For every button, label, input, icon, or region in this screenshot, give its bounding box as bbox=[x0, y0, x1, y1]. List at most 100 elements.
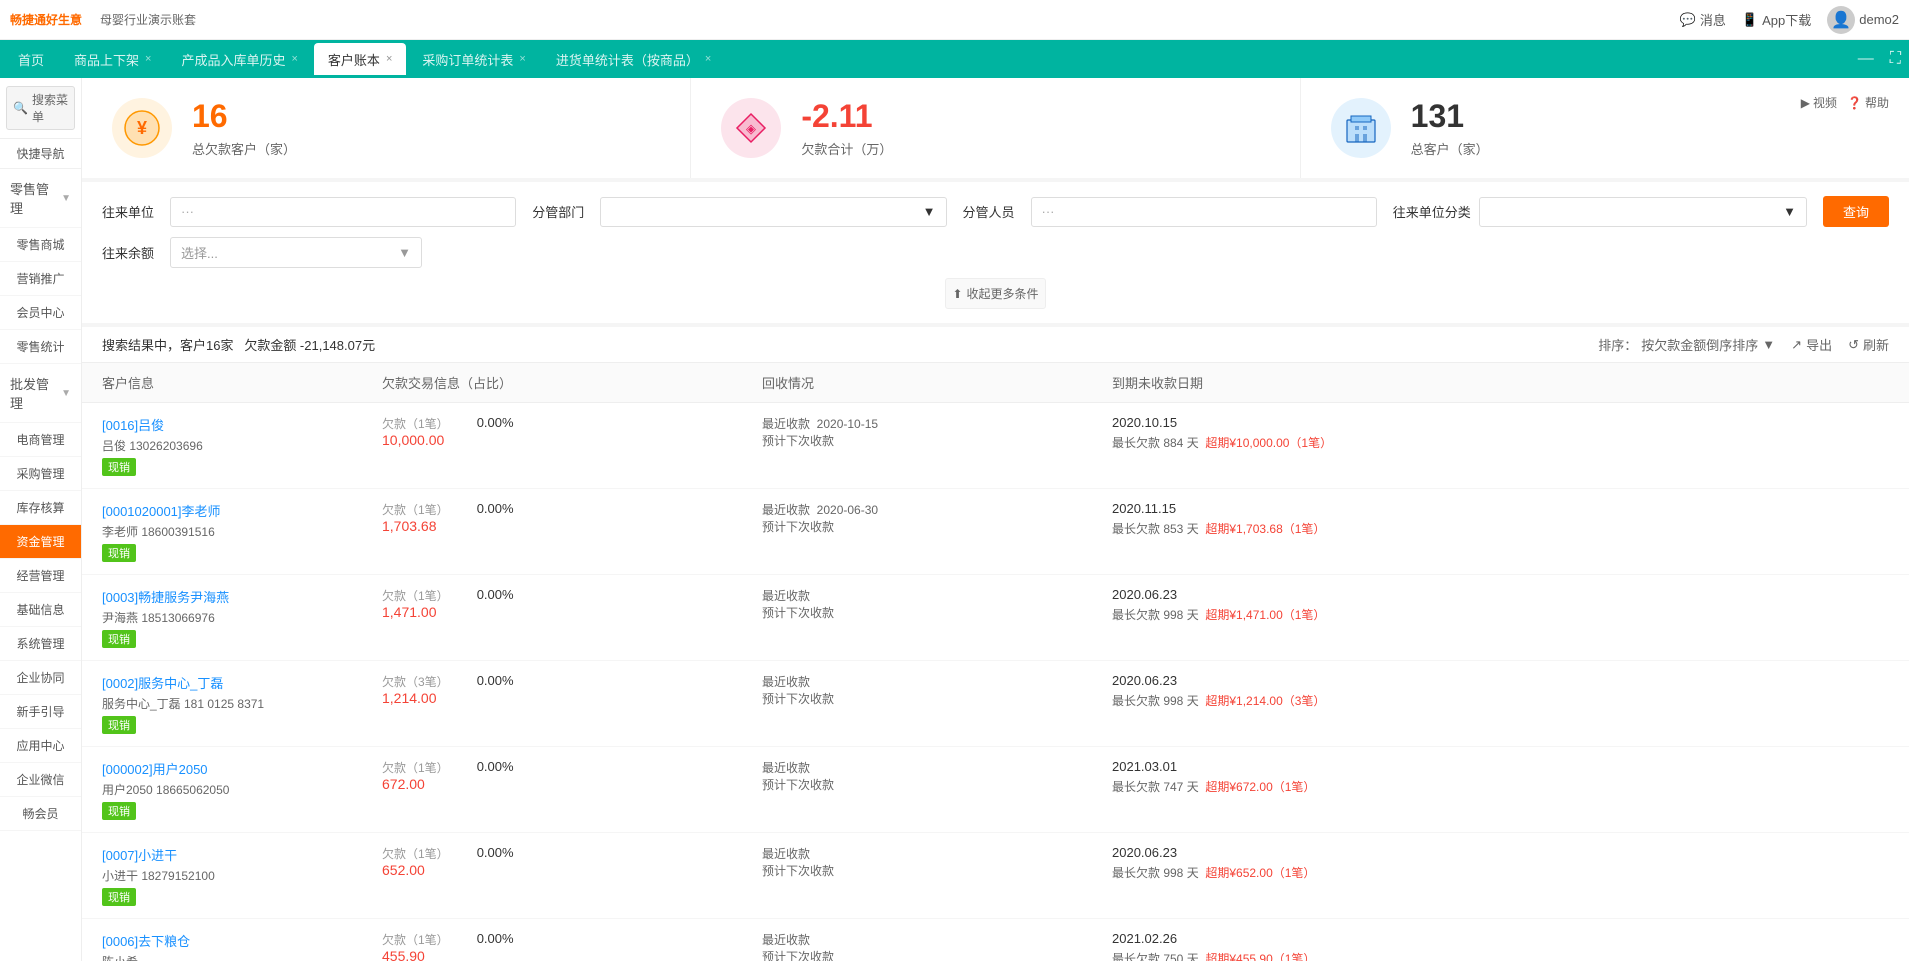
sidebar-item-system[interactable]: 系统管理 bbox=[0, 627, 81, 661]
return-cell-1: 最近收款 2020-10-15 预计下次收款 bbox=[762, 415, 1112, 449]
customer-sub-6: 小进干 18279152100 bbox=[102, 867, 382, 884]
sidebar-item-wholesale-mgmt[interactable]: 批发管理 ▼ bbox=[0, 364, 81, 423]
debt-cell-7: 欠款（1笔） 455.90 0.00% bbox=[382, 931, 762, 961]
results-info: 搜索结果中，客户16家 欠款金额 -21,148.07元 bbox=[102, 335, 375, 354]
sidebar-item-member-label: 会员中心 bbox=[16, 306, 64, 320]
sidebar-item-business[interactable]: 经营管理 bbox=[0, 559, 81, 593]
message-btn[interactable]: 💬 消息 bbox=[1680, 10, 1726, 29]
col-return-status: 回收情况 bbox=[762, 373, 1112, 392]
customer-name-link-1[interactable]: [0016]吕俊 bbox=[102, 415, 382, 434]
overdue-link-4[interactable]: 超期¥1,214.00（3笔） bbox=[1205, 694, 1325, 708]
search-menu-btn[interactable]: 🔍 搜索菜单 bbox=[6, 86, 75, 130]
logo-area: 畅捷通好生意 bbox=[10, 11, 90, 28]
customer-unit-input[interactable]: ··· bbox=[170, 197, 516, 227]
overdue-info-7: 最长欠款 750 天 超期¥455.90（1笔） bbox=[1112, 950, 1889, 961]
collapse-btn[interactable]: ⬆ 收起更多条件 bbox=[945, 278, 1045, 309]
sidebar-item-ecommerce[interactable]: 电商管理 bbox=[0, 423, 81, 457]
return-next-6: 预计下次收款 bbox=[762, 862, 1112, 879]
sidebar-item-wechat[interactable]: 企业微信 bbox=[0, 763, 81, 797]
sidebar-item-basic-info[interactable]: 基础信息 bbox=[0, 593, 81, 627]
debt-cell-4: 欠款（3笔） 1,214.00 0.00% bbox=[382, 673, 762, 710]
overdue-link-6[interactable]: 超期¥652.00（1笔） bbox=[1205, 866, 1315, 880]
tab-inbound-stats-close[interactable]: × bbox=[705, 53, 711, 65]
balance-select[interactable]: 选择... ▼ bbox=[170, 237, 422, 268]
refresh-btn[interactable]: ↺ 刷新 bbox=[1848, 335, 1889, 354]
tab-product-offline[interactable]: 商品上下架 × bbox=[60, 43, 165, 75]
overdue-cell-5: 2021.03.01 最长欠款 747 天 超期¥672.00（1笔） bbox=[1112, 759, 1889, 795]
tab-product-offline-label: 商品上下架 bbox=[74, 50, 139, 69]
sidebar-item-new-guide[interactable]: 新手引导 bbox=[0, 695, 81, 729]
customer-name-link-4[interactable]: [0002]服务中心_丁磊 bbox=[102, 673, 382, 692]
customer-name-link-7[interactable]: [0006]去下粮仓 bbox=[102, 931, 382, 950]
customer-name-link-2[interactable]: [0001020001]李老师 bbox=[102, 501, 382, 520]
tab-product-history-close[interactable]: × bbox=[291, 53, 297, 65]
sort-select[interactable]: 排序： 按欠款金额倒序排序 ▼ bbox=[1598, 335, 1775, 354]
app-download-btn[interactable]: 📱 App下载 bbox=[1742, 10, 1811, 29]
video-btn[interactable]: ▶ 视频 bbox=[1801, 94, 1837, 111]
user-menu[interactable]: 👤 demo2 bbox=[1827, 6, 1899, 34]
sidebar-item-chang-member[interactable]: 畅会员 bbox=[0, 797, 81, 831]
overdue-link-5[interactable]: 超期¥672.00（1笔） bbox=[1205, 780, 1315, 794]
overdue-date-5: 2021.03.01 bbox=[1112, 759, 1889, 774]
overdue-cell-7: 2021.02.26 最长欠款 750 天 超期¥455.90（1笔） bbox=[1112, 931, 1889, 961]
overdue-link-3[interactable]: 超期¥1,471.00（1笔） bbox=[1205, 608, 1325, 622]
return-latest-3: 最近收款 bbox=[762, 587, 1112, 604]
sidebar-item-retail-mall[interactable]: 零售商城 bbox=[0, 228, 81, 262]
tab-minimize-icon[interactable]: — bbox=[1854, 46, 1878, 72]
overdue-date-2: 2020.11.15 bbox=[1112, 501, 1889, 516]
unit-category-input[interactable]: ▼ bbox=[1479, 197, 1807, 227]
sidebar-item-marketing[interactable]: 营销推广 bbox=[0, 262, 81, 296]
stat-number-total: -2.11 bbox=[801, 98, 892, 135]
sidebar-item-finance[interactable]: 资金管理 bbox=[0, 525, 81, 559]
customer-name-link-6[interactable]: [0007]小进干 bbox=[102, 845, 382, 864]
table-row: [0002]服务中心_丁磊 服务中心_丁磊 181 0125 8371 现销 欠… bbox=[82, 661, 1909, 747]
col-customer-info: 客户信息 bbox=[102, 373, 382, 392]
tab-customer-account[interactable]: 客户账本 × bbox=[314, 43, 406, 75]
chevron-down-icon: ▼ bbox=[61, 193, 71, 204]
tab-home[interactable]: 首页 bbox=[4, 43, 58, 75]
sidebar-item-purchase[interactable]: 采购管理 bbox=[0, 457, 81, 491]
col-due-date: 到期未收款日期 bbox=[1112, 373, 1889, 392]
fast-nav-item[interactable]: 快捷导航 bbox=[0, 139, 81, 169]
sidebar-item-member-center[interactable]: 会员中心 bbox=[0, 296, 81, 330]
manager-input[interactable]: ··· bbox=[1031, 197, 1377, 227]
sidebar-item-enterprise-collab[interactable]: 企业协同 bbox=[0, 661, 81, 695]
overdue-link-7[interactable]: 超期¥455.90（1笔） bbox=[1205, 952, 1315, 961]
results-debt-text: 欠款金额 -21,148.07元 bbox=[244, 338, 375, 353]
sort-value: 按欠款金额倒序排序 bbox=[1641, 335, 1758, 354]
help-btn[interactable]: ❓ 帮助 bbox=[1847, 94, 1889, 111]
sidebar-item-app-center[interactable]: 应用中心 bbox=[0, 729, 81, 763]
tab-purchase-order[interactable]: 采购订单统计表 × bbox=[408, 43, 539, 75]
search-button[interactable]: 查询 bbox=[1823, 196, 1889, 227]
sidebar-item-system-label: 系统管理 bbox=[16, 637, 64, 651]
tab-purchase-order-label: 采购订单统计表 bbox=[422, 50, 513, 69]
sidebar-item-inventory[interactable]: 库存核算 bbox=[0, 491, 81, 525]
sidebar-item-retail-stats[interactable]: 零售统计 bbox=[0, 330, 81, 364]
debt-percent-6: 0.00% bbox=[477, 845, 514, 860]
tab-purchase-order-close[interactable]: × bbox=[519, 53, 525, 65]
customer-cell-7: [0006]去下粮仓 陈小希 现销 bbox=[102, 931, 382, 961]
customer-name-link-3[interactable]: [0003]畅捷服务尹海燕 bbox=[102, 587, 382, 606]
export-btn[interactable]: ↗ 导出 bbox=[1791, 335, 1832, 354]
sidebar-item-finance-label: 资金管理 bbox=[16, 535, 64, 549]
tab-product-offline-close[interactable]: × bbox=[145, 53, 151, 65]
department-input[interactable]: ▼ bbox=[600, 197, 946, 227]
dropdown-arrow-cat: ▼ bbox=[1783, 204, 1796, 219]
tab-product-history[interactable]: 产成品入库单历史 × bbox=[167, 43, 311, 75]
table-row: [000002]用户2050 用户2050 18665062050 现销 欠款（… bbox=[82, 747, 1909, 833]
dropdown-arrow-dept: ▼ bbox=[923, 204, 936, 219]
tab-maximize-icon[interactable]: ⛶ bbox=[1886, 46, 1905, 72]
customer-tag-1: 现销 bbox=[102, 458, 136, 476]
user-name: demo2 bbox=[1859, 12, 1899, 27]
overdue-link-2[interactable]: 超期¥1,703.68（1笔） bbox=[1205, 522, 1325, 536]
return-cell-5: 最近收款 预计下次收款 bbox=[762, 759, 1112, 793]
customer-cell-6: [0007]小进干 小进干 18279152100 现销 bbox=[102, 845, 382, 906]
tab-inbound-stats[interactable]: 进货单统计表（按商品） × bbox=[542, 43, 725, 75]
sort-arrow-icon: ▼ bbox=[1762, 337, 1775, 352]
overdue-date-7: 2021.02.26 bbox=[1112, 931, 1889, 946]
overdue-link-1[interactable]: 超期¥10,000.00（1笔） bbox=[1205, 436, 1332, 450]
sidebar-item-retail-mgmt[interactable]: 零售管理 ▼ bbox=[0, 169, 81, 228]
tab-customer-account-close[interactable]: × bbox=[386, 53, 392, 65]
message-label: 消息 bbox=[1700, 10, 1726, 29]
customer-name-link-5[interactable]: [000002]用户2050 bbox=[102, 759, 382, 778]
